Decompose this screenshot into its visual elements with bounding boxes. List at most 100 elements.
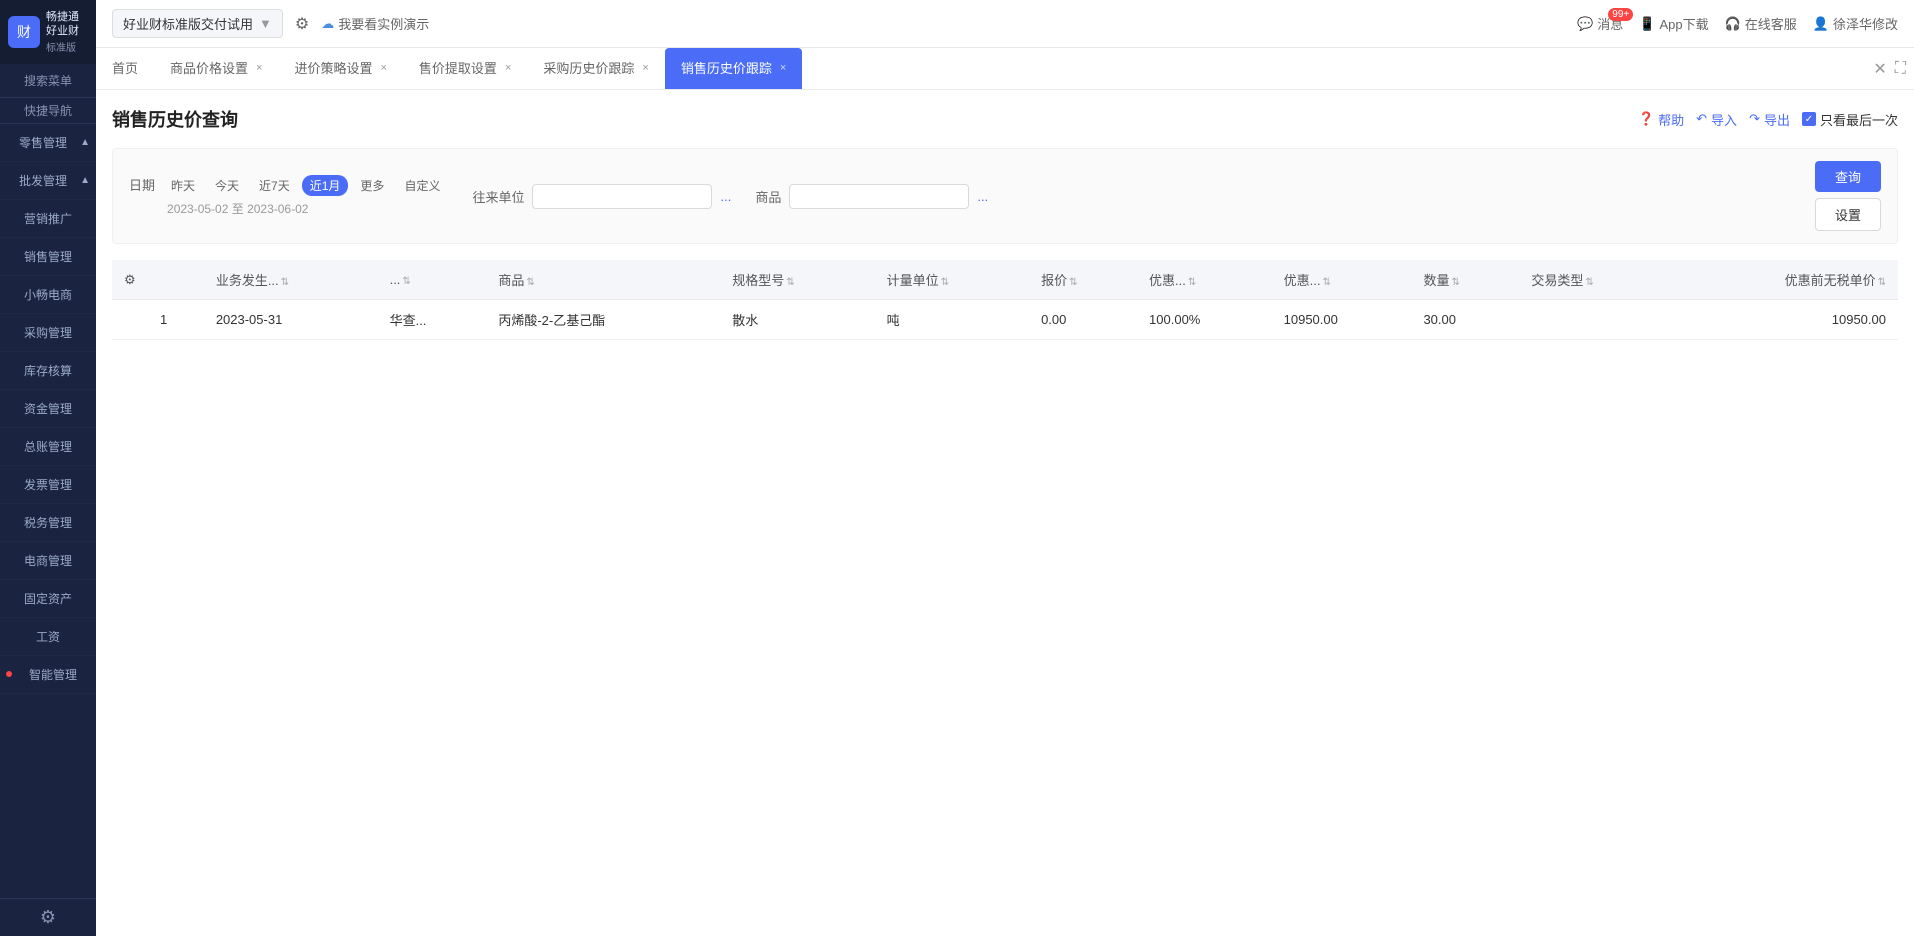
sort-extra-icon: ⇅ <box>402 276 410 287</box>
tab-home-label: 首页 <box>112 58 138 77</box>
sidebar-quick-nav[interactable]: 快捷导航 <box>0 98 96 124</box>
sidebar-search[interactable]: 搜索菜单 <box>0 64 96 98</box>
sidebar-item-xiaochange[interactable]: 小畅电商 <box>0 276 96 314</box>
sidebar-item-wholesale[interactable]: 批发管理 ▲ <box>0 162 96 200</box>
col-date[interactable]: 业务发生...⇅ <box>204 260 378 300</box>
sidebar-item-tax[interactable]: 税务管理 <box>0 504 96 542</box>
message-icon: 💬 <box>1577 16 1593 32</box>
sidebar-item-sales[interactable]: 销售管理 <box>0 238 96 276</box>
sidebar-item-purchase[interactable]: 采购管理 <box>0 314 96 352</box>
environment-selector[interactable]: 好业财标准版交付试用 ▼ <box>112 9 283 38</box>
page-title: 销售历史价查询 <box>112 106 238 132</box>
tab-price-close[interactable]: × <box>256 62 262 74</box>
demo-btn[interactable]: ☁ 我要看实例演示 <box>321 14 429 33</box>
message-btn[interactable]: 💬 消息 99+ <box>1577 14 1623 33</box>
tab-sale-extract-close[interactable]: × <box>505 62 511 74</box>
cell-discount2: 10950.00 <box>1272 300 1412 340</box>
cell-date: 2023-05-31 <box>204 300 378 340</box>
col-discount1[interactable]: 优惠...⇅ <box>1137 260 1272 300</box>
sidebar-item-salary[interactable]: 工资 <box>0 618 96 656</box>
col-pretax[interactable]: 优惠前无税单价⇅ <box>1674 260 1898 300</box>
import-btn[interactable]: ↶ 导入 <box>1696 110 1737 129</box>
col-discount2[interactable]: 优惠...⇅ <box>1272 260 1412 300</box>
cell-spec: 散水 <box>720 300 874 340</box>
sort-type-icon: ⇅ <box>1585 277 1593 288</box>
tab-expand-btn[interactable]: ⛶ <box>1895 60 1906 78</box>
only-last-checkbox[interactable]: ✓ 只看最后一次 <box>1802 110 1898 129</box>
sidebar-item-marketing[interactable]: 营销推广 <box>0 200 96 238</box>
tab-sale-history-close[interactable]: × <box>780 62 786 74</box>
cell-qty: 30.00 <box>1411 300 1519 340</box>
sidebar-item-account[interactable]: 总账管理 <box>0 428 96 466</box>
user-menu-btn[interactable]: 👤 徐泽华修改 <box>1813 14 1898 33</box>
retail-arrow-icon: ▲ <box>80 137 90 148</box>
col-type[interactable]: 交易类型⇅ <box>1519 260 1673 300</box>
sidebar-item-ecommerce[interactable]: 电商管理 <box>0 542 96 580</box>
app-label: App下载 <box>1659 14 1708 33</box>
service-label: 在线客服 <box>1745 14 1797 33</box>
col-unit[interactable]: 计量单位⇅ <box>875 260 1029 300</box>
sidebar: 财 畅捷通好业财 标准版 搜索菜单 快捷导航 零售管理 ▲ 批发管理 ▲ 营销推… <box>0 0 96 936</box>
date-yesterday-btn[interactable]: 昨天 <box>163 175 203 196</box>
sidebar-item-capital[interactable]: 资金管理 <box>0 390 96 428</box>
col-gear: ⚙ <box>112 260 148 300</box>
import-icon: ↶ <box>1696 111 1707 127</box>
col-qty[interactable]: 数量⇅ <box>1411 260 1519 300</box>
date-last7-btn[interactable]: 近7天 <box>251 175 298 196</box>
tab-price[interactable]: 商品价格设置 × <box>154 48 278 89</box>
col-spec[interactable]: 规格型号⇅ <box>720 260 874 300</box>
wholesale-arrow-icon: ▲ <box>80 175 90 186</box>
date-last1m-btn[interactable]: 近1月 <box>302 175 349 196</box>
cloud-icon: ☁ <box>321 16 334 32</box>
goods-more-btn[interactable]: ... <box>977 189 988 204</box>
headset-icon: 🎧 <box>1725 16 1741 32</box>
col-price[interactable]: 报价⇅ <box>1029 260 1137 300</box>
message-badge: 99+ <box>1608 8 1633 21</box>
table-header-row: ⚙ 业务发生...⇅ ...⇅ 商品⇅ 规格型号⇅ <box>112 260 1898 300</box>
sidebar-item-smart[interactable]: 智能管理 <box>0 656 96 694</box>
app-download-btn[interactable]: 📱 App下载 <box>1639 14 1708 33</box>
tab-purchase-strategy[interactable]: 进价策略设置 × <box>278 48 402 89</box>
help-btn[interactable]: ❓ 帮助 <box>1638 110 1684 129</box>
col-seq <box>148 260 204 300</box>
sidebar-item-invoice[interactable]: 发票管理 <box>0 466 96 504</box>
col-extra[interactable]: ...⇅ <box>378 260 487 300</box>
tab-sale-extract[interactable]: 售价提取设置 × <box>403 48 527 89</box>
source-more-btn[interactable]: ... <box>720 189 731 204</box>
online-service-btn[interactable]: 🎧 在线客服 <box>1725 14 1797 33</box>
tab-purchase-strategy-label: 进价策略设置 <box>294 58 372 77</box>
sort-unit-icon: ⇅ <box>941 277 949 288</box>
date-custom-btn[interactable]: 自定义 <box>396 175 448 196</box>
goods-filter-input[interactable] <box>789 184 969 209</box>
sidebar-item-retail[interactable]: 零售管理 ▲ <box>0 124 96 162</box>
source-filter-label: 往来单位 <box>472 187 524 206</box>
date-today-btn[interactable]: 今天 <box>207 175 247 196</box>
tab-purchase-strategy-close[interactable]: × <box>380 62 386 74</box>
table-row: 1 2023-05-31 华查... 丙烯酸-2-乙基己酯 散水 吨 0.00 … <box>112 300 1898 340</box>
page-content: 销售历史价查询 ❓ 帮助 ↶ 导入 ↷ 导出 ✓ 只看最后一次 <box>96 90 1914 936</box>
cell-extra: 华查... <box>378 300 487 340</box>
table-gear-icon[interactable]: ⚙ <box>124 272 136 287</box>
col-goods[interactable]: 商品⇅ <box>486 260 720 300</box>
sidebar-logo: 财 畅捷通好业财 标准版 <box>0 0 96 64</box>
tab-sale-history[interactable]: 销售历史价跟踪 × <box>665 48 802 89</box>
export-btn[interactable]: ↷ 导出 <box>1749 110 1790 129</box>
tab-purchase-history-close[interactable]: × <box>642 62 648 74</box>
tab-close-btn[interactable]: ✕ <box>1873 59 1886 79</box>
sidebar-item-assets[interactable]: 固定资产 <box>0 580 96 618</box>
goods-filter-group: 商品 ... <box>755 184 988 209</box>
settings-button[interactable]: 设置 <box>1815 198 1881 231</box>
settings-icon[interactable]: ⚙ <box>295 14 309 34</box>
tab-home[interactable]: 首页 <box>96 48 154 89</box>
selector-arrow-icon: ▼ <box>259 16 272 31</box>
page-actions: ❓ 帮助 ↶ 导入 ↷ 导出 ✓ 只看最后一次 <box>1638 110 1898 129</box>
environment-label: 好业财标准版交付试用 <box>123 14 253 33</box>
tab-purchase-history[interactable]: 采购历史价跟踪 × <box>527 48 664 89</box>
source-filter-input[interactable] <box>532 184 712 209</box>
date-more-btn[interactable]: 更多 <box>352 175 392 196</box>
cell-pretax: 10950.00 <box>1674 300 1898 340</box>
sidebar-footer-gear[interactable]: ⚙ <box>0 898 96 936</box>
sidebar-item-inventory[interactable]: 库存核算 <box>0 352 96 390</box>
sort-qty-icon: ⇅ <box>1451 277 1459 288</box>
query-button[interactable]: 查询 <box>1815 161 1881 192</box>
